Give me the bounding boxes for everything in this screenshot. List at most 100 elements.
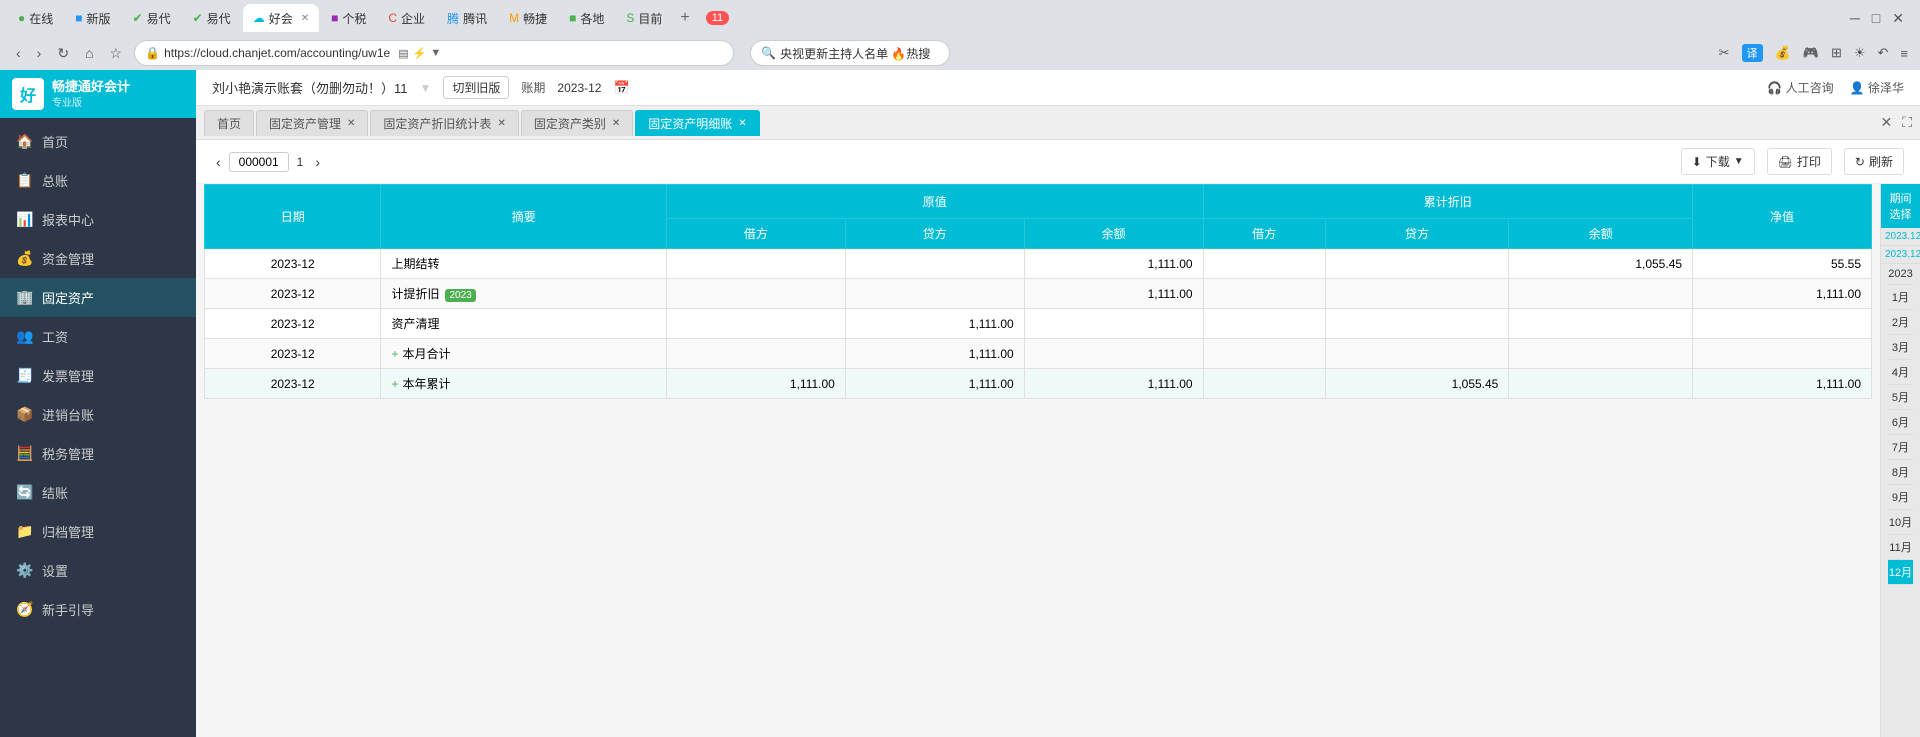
sidebar-title-group: 畅捷通好会计 专业版 <box>52 79 130 110</box>
consult-action[interactable]: 🎧 人工咨询 <box>1767 79 1833 96</box>
tab-close-icon[interactable]: ✕ <box>497 118 505 129</box>
menu-icon[interactable]: ≡ <box>1900 46 1908 61</box>
headset-icon: 🎧 <box>1767 81 1782 95</box>
sidebar-title: 畅捷通好会计 <box>52 79 130 95</box>
sidebar-item-home[interactable]: 🏠 首页 <box>0 122 196 161</box>
period-month-item[interactable]: 2023 <box>1888 264 1912 285</box>
cell-orig-debit <box>666 279 845 309</box>
sidebar-item-label: 固定资产 <box>42 288 94 307</box>
tab-close-icon[interactable]: ✕ <box>612 118 620 129</box>
sidebar-item-closing[interactable]: 🔄 结账 <box>0 473 196 512</box>
tab-asset-management[interactable]: 固定资产管理 ✕ <box>256 110 368 136</box>
print-button[interactable]: 🖨 打印 <box>1767 148 1832 175</box>
game-icon[interactable]: 🎮 <box>1803 45 1819 61</box>
sun-icon[interactable]: ☀ <box>1854 45 1866 61</box>
app-layout: 好 畅捷通好会计 专业版 🏠 首页 📋 总账 📊 报表中心 💰 资金管理 <box>0 70 1920 737</box>
close-all-icon[interactable]: ✕ <box>1880 114 1892 131</box>
tab-label: 好会 <box>269 10 293 27</box>
url-input[interactable]: 🔒 https://cloud.chanjet.com/accounting/u… <box>134 40 734 66</box>
add-tab-button[interactable]: + <box>674 9 695 27</box>
tab-asset-category[interactable]: 固定资产类别 ✕ <box>521 110 633 136</box>
home-button[interactable]: ⌂ <box>81 43 97 63</box>
cell-accum-balance: 1,055.45 <box>1509 249 1693 279</box>
period-month-item[interactable]: 11月 <box>1888 535 1912 560</box>
col-accum-credit: 贷方 <box>1325 219 1509 249</box>
period-month-item[interactable]: 4月 <box>1888 360 1912 385</box>
cut-icon[interactable]: ✂ <box>1719 45 1730 61</box>
refresh-button[interactable]: ↻ 刷新 <box>1844 148 1904 175</box>
cell-orig-debit <box>666 339 845 369</box>
sidebar-item-label: 总账 <box>42 171 68 190</box>
period-selected-start[interactable]: 2023.12 <box>1881 228 1920 246</box>
tab-yidai2[interactable]: ✔ 易代 <box>183 4 241 32</box>
period-month-item[interactable]: 1月 <box>1888 285 1912 310</box>
tab-depreciation-stats[interactable]: 固定资产折旧统计表 ✕ <box>370 110 518 136</box>
tab-changjie[interactable]: M 畅捷 <box>499 4 557 32</box>
calendar-icon[interactable]: 📅 <box>613 80 629 96</box>
period-month-item[interactable]: 7月 <box>1888 435 1912 460</box>
switch-version-button[interactable]: 切到旧版 <box>443 76 509 99</box>
period-month-item[interactable]: 10月 <box>1888 510 1912 535</box>
period-month-item[interactable]: 12月 <box>1888 560 1912 585</box>
tab-asset-detail[interactable]: 固定资产明细账 ✕ <box>635 110 759 136</box>
sidebar-item-stock[interactable]: 📦 进销台账 <box>0 395 196 434</box>
cell-orig-credit: 1,111.00 <box>845 369 1024 399</box>
sidebar-item-reports[interactable]: 📊 报表中心 <box>0 200 196 239</box>
sidebar-item-settings[interactable]: ⚙️ 设置 <box>0 551 196 590</box>
cell-accum-balance <box>1509 339 1693 369</box>
tab-xinban[interactable]: ■ 新版 <box>65 4 120 32</box>
tab-label: 易代 <box>147 10 171 27</box>
sidebar-item-archive[interactable]: 📁 归档管理 <box>0 512 196 551</box>
company-name[interactable]: 刘小艳演示账套（勿删勿动！）11 <box>212 78 408 97</box>
sidebar-item-invoice[interactable]: 🧾 发票管理 <box>0 356 196 395</box>
tab-gedi[interactable]: ■ 各地 <box>559 4 614 32</box>
history-icon[interactable]: ↶ <box>1878 45 1889 61</box>
next-page-button[interactable]: › <box>311 152 324 172</box>
period-month-item[interactable]: 6月 <box>1888 410 1912 435</box>
period-month-item[interactable]: 2月 <box>1888 310 1912 335</box>
tab-haokuai[interactable]: ☁ 好会 ✕ <box>243 4 319 32</box>
period-selected-end[interactable]: 2023.12 <box>1881 246 1920 264</box>
tab-qiye[interactable]: C 企业 <box>378 4 435 32</box>
sidebar-item-capital[interactable]: 💰 资金管理 <box>0 239 196 278</box>
tab-label: 畅捷 <box>523 10 547 27</box>
period-month-item[interactable]: 8月 <box>1888 460 1912 485</box>
user-action[interactable]: 👤 徐泽华 <box>1850 79 1904 96</box>
tab-mubiao[interactable]: S 目前 <box>616 4 672 32</box>
sidebar-item-salary[interactable]: 👥 工资 <box>0 317 196 356</box>
forward-button[interactable]: › <box>33 43 46 63</box>
page-number-input[interactable] <box>229 152 289 172</box>
sidebar-item-tax[interactable]: 🧮 税务管理 <box>0 434 196 473</box>
search-box[interactable]: 🔍 央视更新主持人名单 🔥热搜 <box>750 40 950 66</box>
tab-geshui[interactable]: ■ 个税 <box>321 4 376 32</box>
period-month-item[interactable]: 3月 <box>1888 335 1912 360</box>
tab-zaixin[interactable]: ● 在线 <box>8 4 63 32</box>
tab-close-icon[interactable]: ✕ <box>347 118 355 129</box>
tab-label: 固定资产类别 <box>534 115 606 132</box>
sidebar-item-fixed-assets[interactable]: 🏢 固定资产 <box>0 278 196 317</box>
tab-close-icon[interactable]: ✕ <box>301 13 309 24</box>
tab-yidai1[interactable]: ✔ 易代 <box>123 4 181 32</box>
expand-icon[interactable]: ⛶ <box>1902 114 1912 131</box>
close-icon[interactable]: ✕ <box>1892 10 1904 27</box>
wallet-icon[interactable]: 💰 <box>1775 45 1791 61</box>
tab-tencent[interactable]: 腾 腾讯 <box>437 4 497 32</box>
restore-icon[interactable]: □ <box>1872 10 1880 27</box>
prev-page-button[interactable]: ‹ <box>212 152 225 172</box>
bookmark-button[interactable]: ☆ <box>106 43 127 64</box>
sidebar-header: 好 畅捷通好会计 专业版 <box>0 70 196 118</box>
sidebar-item-general-ledger[interactable]: 📋 总账 <box>0 161 196 200</box>
period-month-item[interactable]: 5月 <box>1888 385 1912 410</box>
back-button[interactable]: ‹ <box>12 43 25 63</box>
tab-label: 各地 <box>580 10 604 27</box>
minimize-icon[interactable]: ─ <box>1850 10 1860 27</box>
download-button[interactable]: ⬇ 下载 ▼ <box>1681 148 1755 175</box>
tab-home[interactable]: 首页 <box>204 110 254 136</box>
tab-close-icon[interactable]: ✕ <box>738 118 746 129</box>
grid-icon[interactable]: ⊞ <box>1831 45 1842 61</box>
sidebar-item-guide[interactable]: 🧭 新手引导 <box>0 590 196 629</box>
reload-button[interactable]: ↻ <box>53 43 73 64</box>
period-month-item[interactable]: 9月 <box>1888 485 1912 510</box>
period-selector-header[interactable]: 期间选择 <box>1881 184 1920 228</box>
translate-icon[interactable]: 译 <box>1742 44 1763 62</box>
